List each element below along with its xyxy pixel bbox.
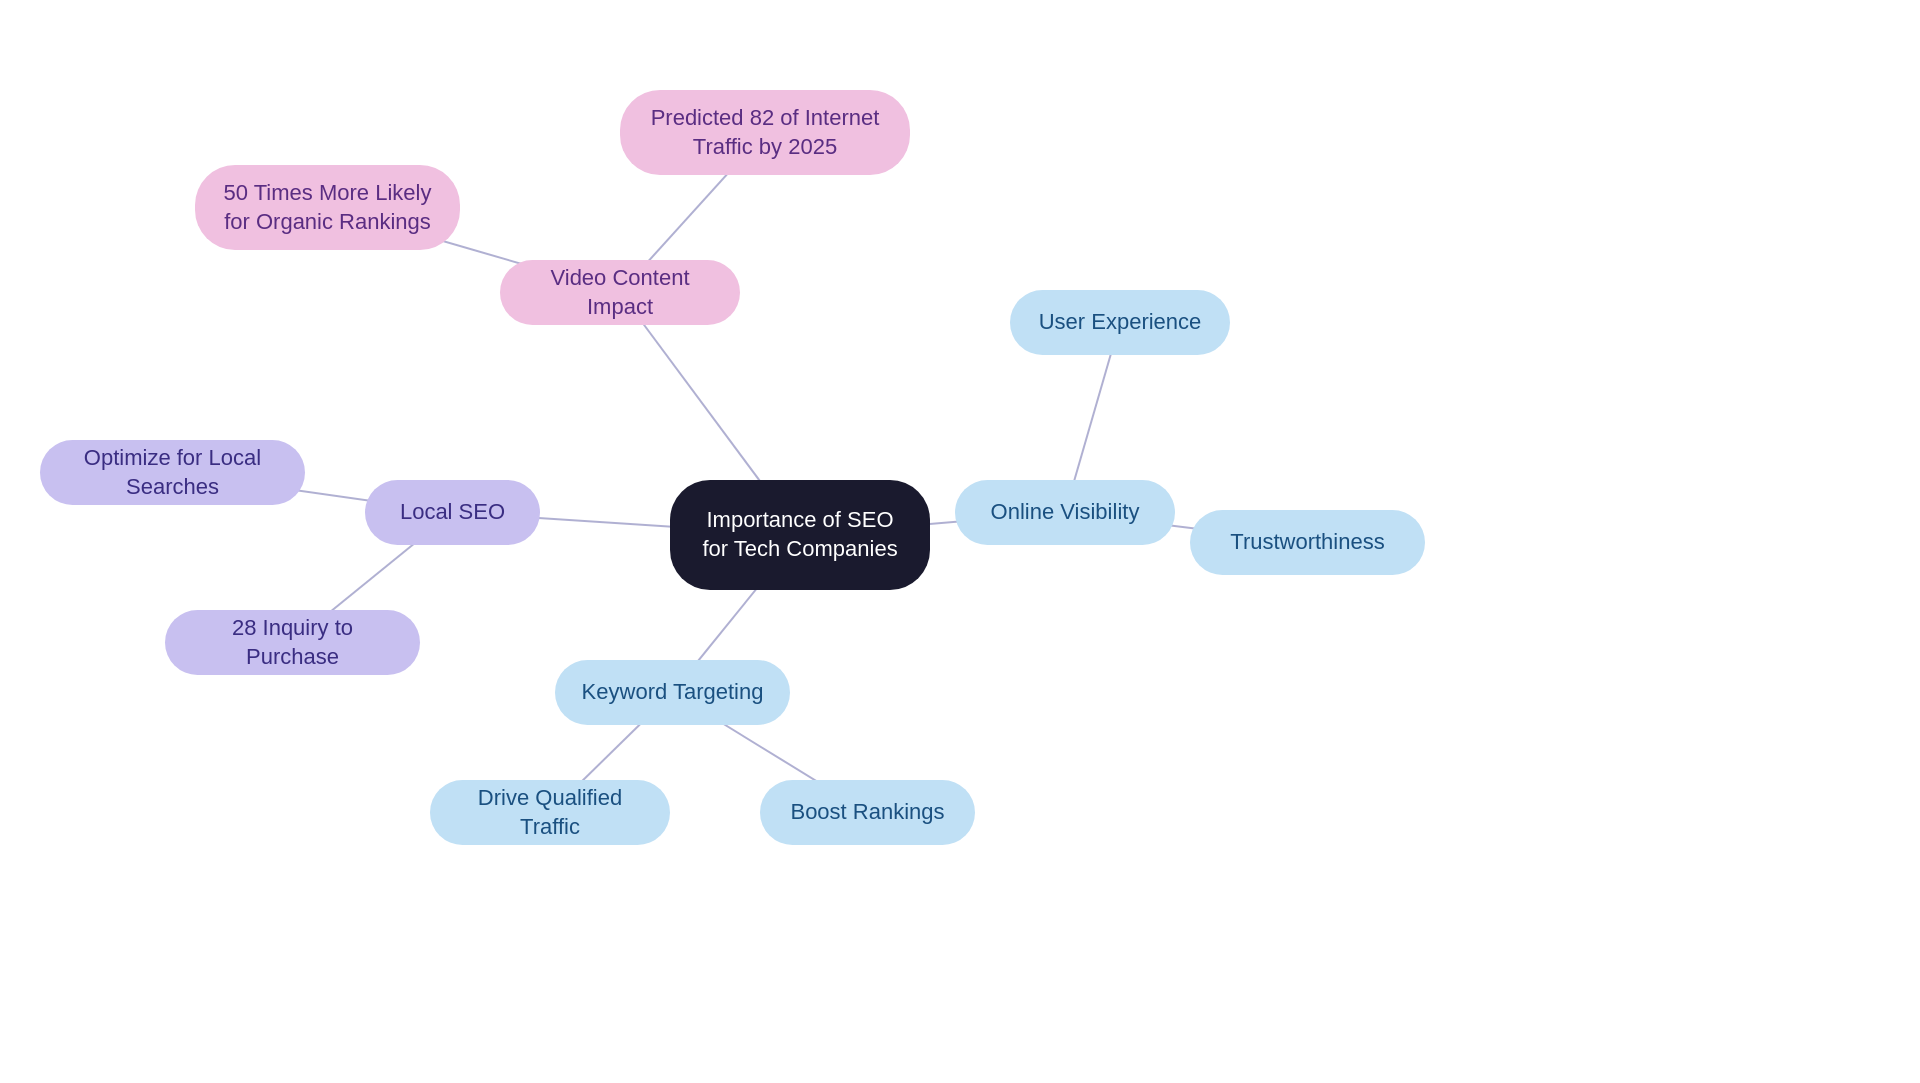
keyword-targeting-label: Keyword Targeting [582,678,764,707]
online-visibility-label: Online Visibility [991,498,1140,527]
local-seo-label: Local SEO [400,498,505,527]
video-content-node: Video Content Impact [500,260,740,325]
trustworthiness-node: Trustworthiness [1190,510,1425,575]
online-visibility-node: Online Visibility [955,480,1175,545]
user-experience-node: User Experience [1010,290,1230,355]
optimize-local-node: Optimize for Local Searches [40,440,305,505]
drive-traffic-label: Drive Qualified Traffic [452,784,648,841]
fifty-times-label: 50 Times More Likely for Organic Ranking… [217,179,438,236]
inquiry-node: 28 Inquiry to Purchase [165,610,420,675]
inquiry-label: 28 Inquiry to Purchase [187,614,398,671]
trustworthiness-label: Trustworthiness [1230,528,1384,557]
optimize-local-label: Optimize for Local Searches [62,444,283,501]
drive-traffic-node: Drive Qualified Traffic [430,780,670,845]
local-seo-node: Local SEO [365,480,540,545]
user-experience-label: User Experience [1039,308,1202,337]
keyword-targeting-node: Keyword Targeting [555,660,790,725]
boost-rankings-node: Boost Rankings [760,780,975,845]
fifty-times-node: 50 Times More Likely for Organic Ranking… [195,165,460,250]
video-content-label: Video Content Impact [522,264,718,321]
predicted-label: Predicted 82 of Internet Traffic by 2025 [642,104,888,161]
predicted-node: Predicted 82 of Internet Traffic by 2025 [620,90,910,175]
center-node-label: Importance of SEO for Tech Companies [692,506,908,563]
center-node: Importance of SEO for Tech Companies [670,480,930,590]
boost-rankings-label: Boost Rankings [790,798,944,827]
